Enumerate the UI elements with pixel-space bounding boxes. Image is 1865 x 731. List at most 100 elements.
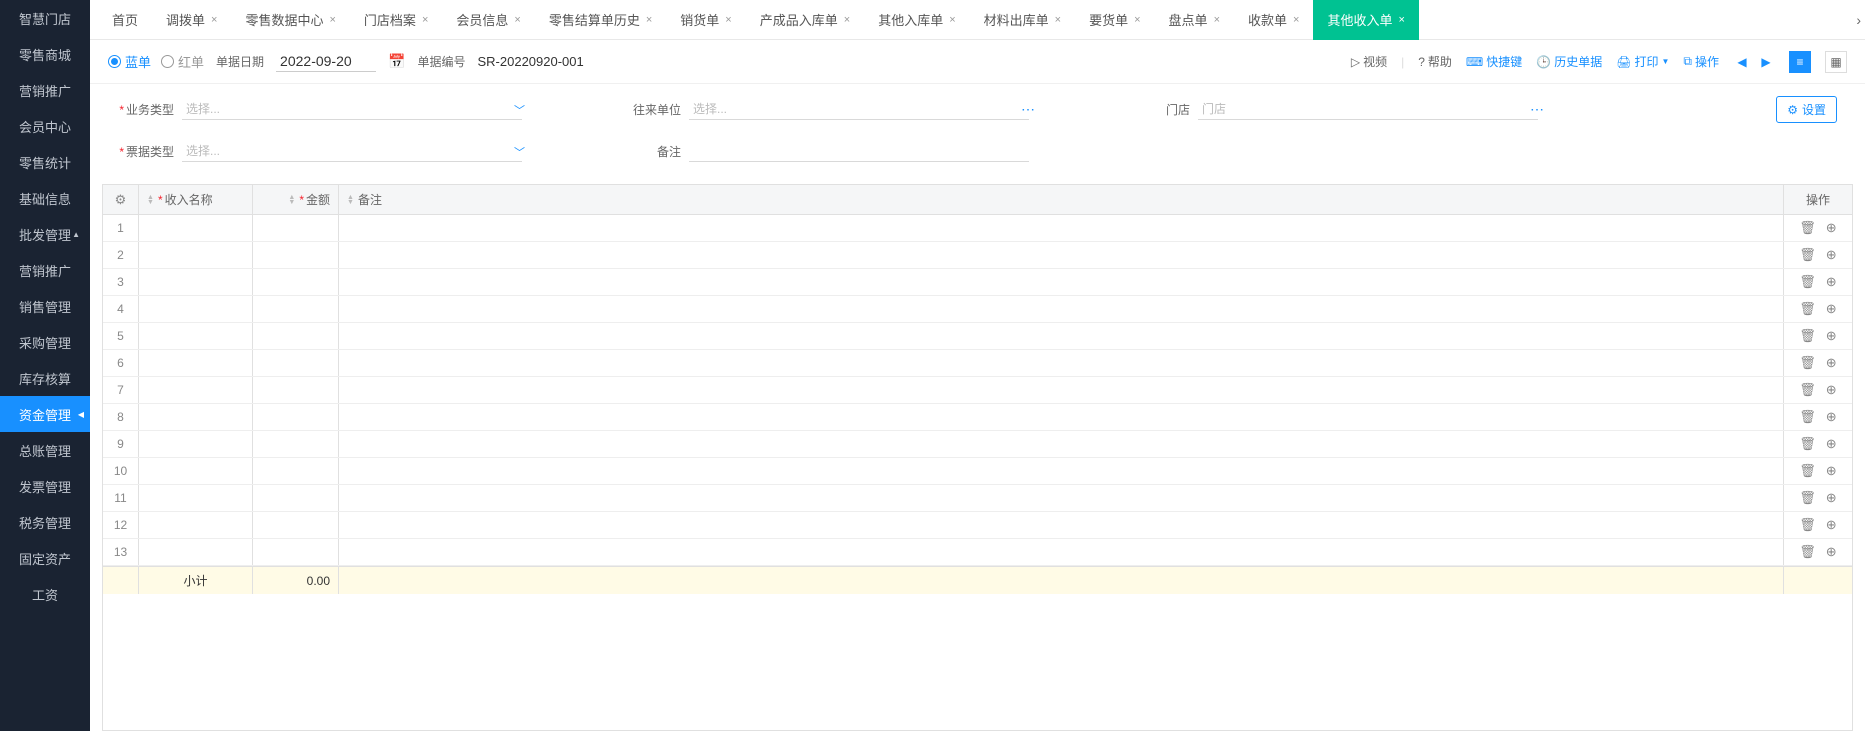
cell-amount[interactable]	[253, 458, 339, 484]
close-icon[interactable]: ×	[422, 14, 428, 26]
cell-remark[interactable]	[339, 215, 1784, 241]
sidebar-item[interactable]: 资金管理	[0, 396, 90, 432]
cell-income-name[interactable]	[139, 269, 253, 295]
tab[interactable]: 会员信息×	[442, 0, 534, 40]
more-icon[interactable]: ⋯	[1021, 101, 1034, 118]
partner-input[interactable]	[689, 99, 1029, 120]
date-input[interactable]	[276, 51, 376, 72]
cell-income-name[interactable]	[139, 485, 253, 511]
cell-amount[interactable]	[253, 350, 339, 376]
tabs-scroll-right-icon[interactable]: ›	[1856, 12, 1861, 28]
operate-action[interactable]: ⧉操作	[1683, 53, 1719, 70]
cell-amount[interactable]	[253, 539, 339, 565]
radio-blue[interactable]: 蓝单	[108, 52, 151, 71]
delete-icon[interactable]: 🗑	[1799, 409, 1816, 425]
close-icon[interactable]: ×	[514, 14, 520, 26]
cell-amount[interactable]	[253, 323, 339, 349]
add-row-icon[interactable]: ⊕	[1826, 517, 1837, 533]
add-row-icon[interactable]: ⊕	[1826, 274, 1837, 290]
cell-remark[interactable]	[339, 269, 1784, 295]
sidebar-item[interactable]: 零售商城	[0, 36, 90, 72]
close-icon[interactable]: ×	[211, 14, 217, 26]
close-icon[interactable]: ×	[1214, 14, 1220, 26]
tab[interactable]: 收款单×	[1234, 0, 1313, 40]
remark-input[interactable]	[689, 141, 1029, 162]
tab[interactable]: 零售数据中心×	[231, 0, 349, 40]
radio-red[interactable]: 红单	[161, 52, 204, 71]
delete-icon[interactable]: 🗑	[1799, 274, 1816, 290]
add-row-icon[interactable]: ⊕	[1826, 436, 1837, 452]
tab[interactable]: 调拨单×	[152, 0, 231, 40]
add-row-icon[interactable]: ⊕	[1826, 409, 1837, 425]
delete-icon[interactable]: 🗑	[1799, 355, 1816, 371]
cell-remark[interactable]	[339, 404, 1784, 430]
shortcut-action[interactable]: ⌨快捷键	[1466, 53, 1522, 70]
cell-amount[interactable]	[253, 431, 339, 457]
add-row-icon[interactable]: ⊕	[1826, 220, 1837, 236]
sidebar-item[interactable]: 工资	[0, 576, 90, 612]
table-row[interactable]: 6🗑⊕	[103, 350, 1852, 377]
print-action[interactable]: 🖨打印▼	[1616, 53, 1669, 70]
add-row-icon[interactable]: ⊕	[1826, 490, 1837, 506]
cell-income-name[interactable]	[139, 539, 253, 565]
invoice-type-select[interactable]	[182, 141, 522, 162]
cell-income-name[interactable]	[139, 215, 253, 241]
table-row[interactable]: 13🗑⊕	[103, 539, 1852, 566]
sidebar-item[interactable]: 销售管理	[0, 288, 90, 324]
cell-remark[interactable]	[339, 539, 1784, 565]
close-icon[interactable]: ×	[1398, 14, 1404, 26]
sidebar-item[interactable]: 智慧门店	[0, 0, 90, 36]
add-row-icon[interactable]: ⊕	[1826, 355, 1837, 371]
sidebar-item[interactable]: 批发管理	[0, 216, 90, 252]
cell-amount[interactable]	[253, 296, 339, 322]
cell-amount[interactable]	[253, 215, 339, 241]
cell-income-name[interactable]	[139, 404, 253, 430]
sidebar-item[interactable]: 税务管理	[0, 504, 90, 540]
cell-income-name[interactable]	[139, 431, 253, 457]
tab[interactable]: 产成品入库单×	[746, 0, 864, 40]
sidebar-item[interactable]: 采购管理	[0, 324, 90, 360]
cell-amount[interactable]	[253, 485, 339, 511]
delete-icon[interactable]: 🗑	[1799, 382, 1816, 398]
help-action[interactable]: ?帮助	[1418, 53, 1452, 70]
sidebar-item[interactable]: 基础信息	[0, 180, 90, 216]
add-row-icon[interactable]: ⊕	[1826, 382, 1837, 398]
cell-amount[interactable]	[253, 512, 339, 538]
cell-remark[interactable]	[339, 431, 1784, 457]
table-row[interactable]: 1🗑⊕	[103, 215, 1852, 242]
add-row-icon[interactable]: ⊕	[1826, 328, 1837, 344]
tab[interactable]: 盘点单×	[1155, 0, 1234, 40]
cell-remark[interactable]	[339, 323, 1784, 349]
pager-prev-icon[interactable]: ◀	[1733, 53, 1751, 71]
table-row[interactable]: 11🗑⊕	[103, 485, 1852, 512]
close-icon[interactable]: ×	[1134, 14, 1140, 26]
view-list-button[interactable]: ≡	[1789, 51, 1811, 73]
cell-remark[interactable]	[339, 458, 1784, 484]
tab[interactable]: 要货单×	[1075, 0, 1154, 40]
table-row[interactable]: 7🗑⊕	[103, 377, 1852, 404]
cell-amount[interactable]	[253, 404, 339, 430]
sidebar-item[interactable]: 会员中心	[0, 108, 90, 144]
table-row[interactable]: 9🗑⊕	[103, 431, 1852, 458]
add-row-icon[interactable]: ⊕	[1826, 301, 1837, 317]
pager-next-icon[interactable]: ▶	[1757, 53, 1775, 71]
close-icon[interactable]: ×	[844, 14, 850, 26]
sidebar-item[interactable]: 总账管理	[0, 432, 90, 468]
cell-remark[interactable]	[339, 512, 1784, 538]
table-row[interactable]: 4🗑⊕	[103, 296, 1852, 323]
cell-amount[interactable]	[253, 269, 339, 295]
table-row[interactable]: 8🗑⊕	[103, 404, 1852, 431]
col-income-name[interactable]: ▲▼ *收入名称	[139, 185, 253, 214]
tab[interactable]: 销货单×	[666, 0, 745, 40]
delete-icon[interactable]: 🗑	[1799, 328, 1816, 344]
sidebar-item[interactable]: 发票管理	[0, 468, 90, 504]
close-icon[interactable]: ×	[329, 14, 335, 26]
delete-icon[interactable]: 🗑	[1799, 247, 1816, 263]
cell-income-name[interactable]	[139, 296, 253, 322]
settings-button[interactable]: ⚙ 设置	[1776, 96, 1837, 123]
tab[interactable]: 其他收入单×	[1313, 0, 1418, 40]
view-grid-button[interactable]: ▦	[1825, 51, 1847, 73]
close-icon[interactable]: ×	[1055, 14, 1061, 26]
table-row[interactable]: 10🗑⊕	[103, 458, 1852, 485]
cell-remark[interactable]	[339, 377, 1784, 403]
